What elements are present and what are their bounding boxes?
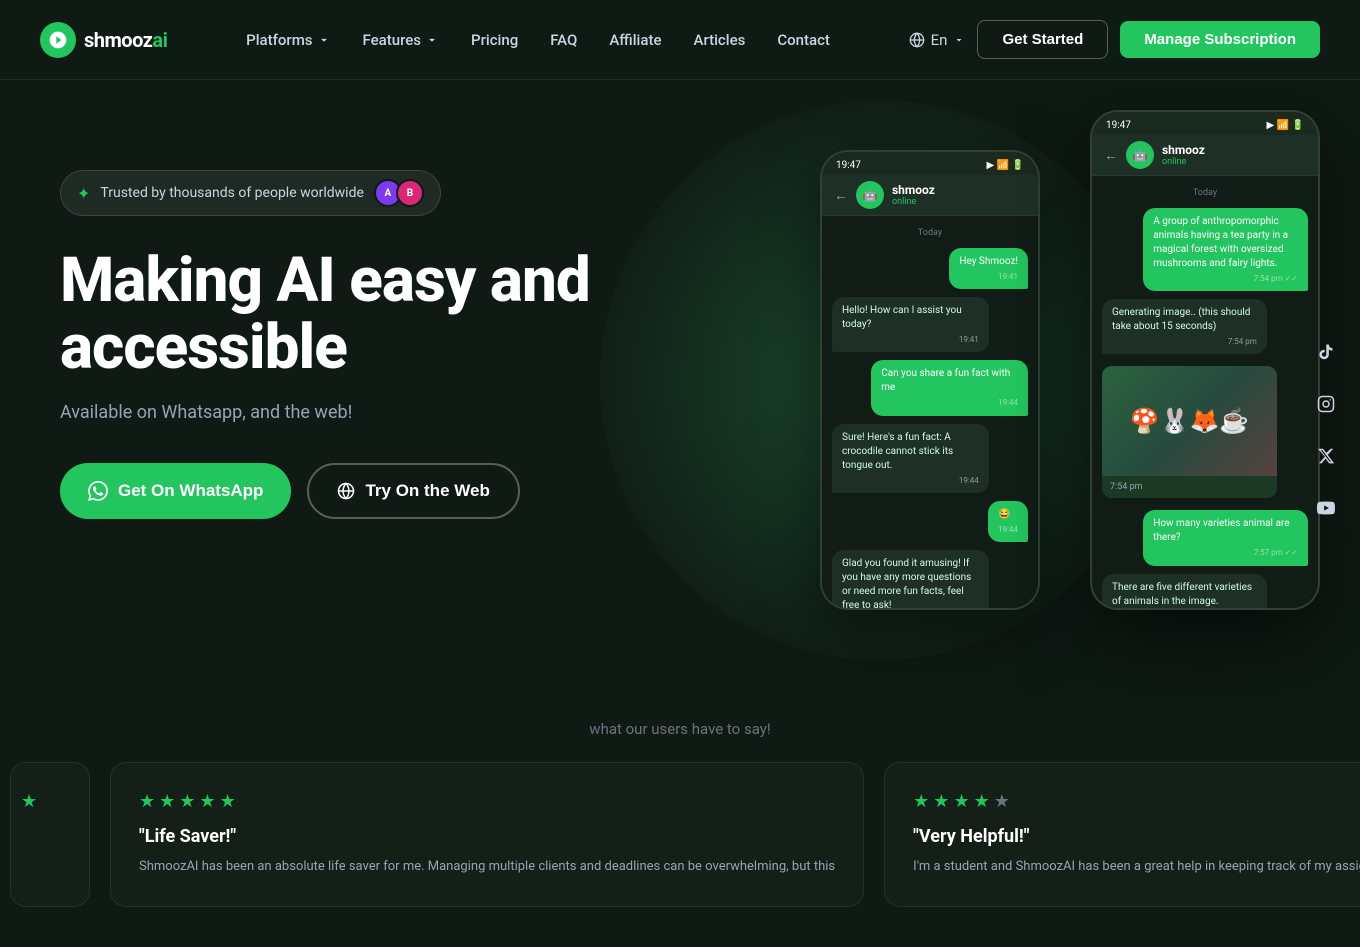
spark-icon: ✦	[77, 184, 90, 203]
nav-item-platforms[interactable]: Platforms	[246, 31, 330, 49]
testimonials-row: ★ ★ ★ ★ ★ ★ "Life Saver!" ShmoozAI has b…	[0, 762, 1360, 907]
generated-image-card: 🍄🐰🦊☕ 7:54 pm	[1102, 366, 1277, 498]
tiktok-icon[interactable]	[1308, 334, 1344, 370]
testimonial-text-1: ShmoozAI has been an absolute life saver…	[139, 857, 835, 878]
whatsapp-button[interactable]: Get On WhatsApp	[60, 463, 291, 519]
phone-front-status-bar: 19:47 ▶ 📶 🔋	[1092, 112, 1318, 135]
nav-item-faq[interactable]: FAQ	[550, 30, 577, 49]
instagram-icon[interactable]	[1308, 386, 1344, 422]
phone-front-arrow[interactable]: ←	[1104, 147, 1118, 164]
logo-text: shmoozai	[84, 28, 167, 52]
phone-front-app-icon: 🤖	[1126, 141, 1154, 169]
nav-item-pricing[interactable]: Pricing	[471, 30, 518, 49]
testimonials-section: what our users have to say! ★ ★ ★ ★ ★ ★ …	[0, 720, 1360, 947]
hero-title: Making AI easy and accessible	[60, 248, 590, 382]
whatsapp-icon	[88, 481, 108, 501]
testimonials-label: what our users have to say!	[0, 720, 1360, 738]
front-msg-3: How many varieties animal are there? 7:5…	[1143, 510, 1308, 565]
front-msg-2: Generating image.. (this should take abo…	[1102, 299, 1267, 354]
get-started-button[interactable]: Get Started	[977, 20, 1108, 59]
phone-back: 19:47 ▶ 📶 🔋 ← 🤖 shmooz online Today Hey …	[820, 150, 1040, 610]
testimonial-text-2: I'm a student and ShmoozAI has been a gr…	[913, 857, 1360, 878]
phone-front-chat: Today A group of anthropomorphic animals…	[1092, 176, 1318, 610]
msg-5: 😂 19:44	[988, 501, 1028, 542]
nav-item-affiliate[interactable]: Affiliate	[609, 30, 661, 49]
phone-back-header: ← 🤖 shmooz online	[822, 175, 1038, 216]
nav-links: Platforms Features Pricing FAQ Affiliate…	[246, 30, 830, 49]
stars-1: ★ ★ ★ ★ ★	[139, 791, 835, 812]
globe-icon	[337, 482, 355, 500]
msg-4: Sure! Here's a fun fact: A crocodile can…	[832, 424, 989, 493]
front-msg-1: A group of anthropomorphic animals havin…	[1143, 208, 1308, 291]
hero-phones: 19:47 ▶ 📶 🔋 ← 🤖 shmooz online Today Hey …	[820, 110, 1320, 690]
msg-3: Can you share a fun fact with me 19:44	[871, 360, 1028, 415]
testimonial-card-2: ★ ★ ★ ★ ★ "Very Helpful!" I'm a student …	[884, 762, 1360, 907]
mushroom-scene-emoji: 🍄🐰🦊☕	[1102, 366, 1277, 476]
logo-icon	[40, 22, 76, 58]
hero-section: ✦ Trusted by thousands of people worldwi…	[0, 80, 1360, 720]
hero-cta: Get On WhatsApp Try On the Web	[60, 463, 590, 519]
stars-partial: ★	[21, 791, 79, 812]
manage-subscription-button[interactable]: Manage Subscription	[1120, 21, 1320, 58]
testimonial-title-2: "Very Helpful!"	[913, 826, 1360, 847]
social-sidebar	[1308, 334, 1344, 526]
nav-right: En Get Started Manage Subscription	[909, 20, 1320, 59]
navigation: shmoozai Platforms Features Pricing FAQ …	[0, 0, 1360, 80]
avatar-2: B	[396, 179, 424, 207]
msg-2: Hello! How can I assist you today? 19:41	[832, 297, 989, 352]
phone-back-app-info: shmooz online	[892, 183, 1026, 207]
stars-2: ★ ★ ★ ★ ★	[913, 791, 1360, 812]
hero-content: ✦ Trusted by thousands of people worldwi…	[60, 140, 590, 519]
youtube-icon[interactable]	[1308, 490, 1344, 526]
phone-back-arrow[interactable]: ←	[834, 187, 848, 204]
front-msg-4: There are five different varieties of an…	[1102, 574, 1267, 610]
nav-item-articles[interactable]: Articles	[694, 30, 746, 49]
phone-back-chat: Today Hey Shmooz! 19:41 Hello! How can I…	[822, 216, 1038, 610]
phone-front: 19:47 ▶ 📶 🔋 ← 🤖 shmooz online Today A gr…	[1090, 110, 1320, 610]
trusted-badge: ✦ Trusted by thousands of people worldwi…	[60, 170, 441, 216]
phone-back-status-bar: 19:47 ▶ 📶 🔋	[822, 152, 1038, 175]
testimonial-card-1: ★ ★ ★ ★ ★ "Life Saver!" ShmoozAI has bee…	[110, 762, 864, 907]
logo[interactable]: shmoozai	[40, 22, 167, 58]
language-selector[interactable]: En	[909, 31, 966, 49]
phone-front-header: ← 🤖 shmooz online	[1092, 135, 1318, 176]
nav-item-features[interactable]: Features	[363, 31, 439, 49]
phone-front-app-info: shmooz online	[1162, 143, 1306, 167]
testimonial-title-1: "Life Saver!"	[139, 826, 835, 847]
msg-1: Hey Shmooz! 19:41	[949, 248, 1028, 289]
x-twitter-icon[interactable]	[1308, 438, 1344, 474]
phone-back-app-icon: 🤖	[856, 181, 884, 209]
hero-subtitle: Available on Whatsapp, and the web!	[60, 402, 590, 423]
try-web-button[interactable]: Try On the Web	[307, 463, 519, 519]
msg-6: Glad you found it amusing! If you have a…	[832, 550, 989, 610]
nav-item-contact[interactable]: Contact	[777, 30, 830, 49]
trusted-avatars: A B	[374, 179, 424, 207]
testimonial-partial-left: ★	[10, 762, 90, 907]
generated-image: 🍄🐰🦊☕	[1102, 366, 1277, 476]
